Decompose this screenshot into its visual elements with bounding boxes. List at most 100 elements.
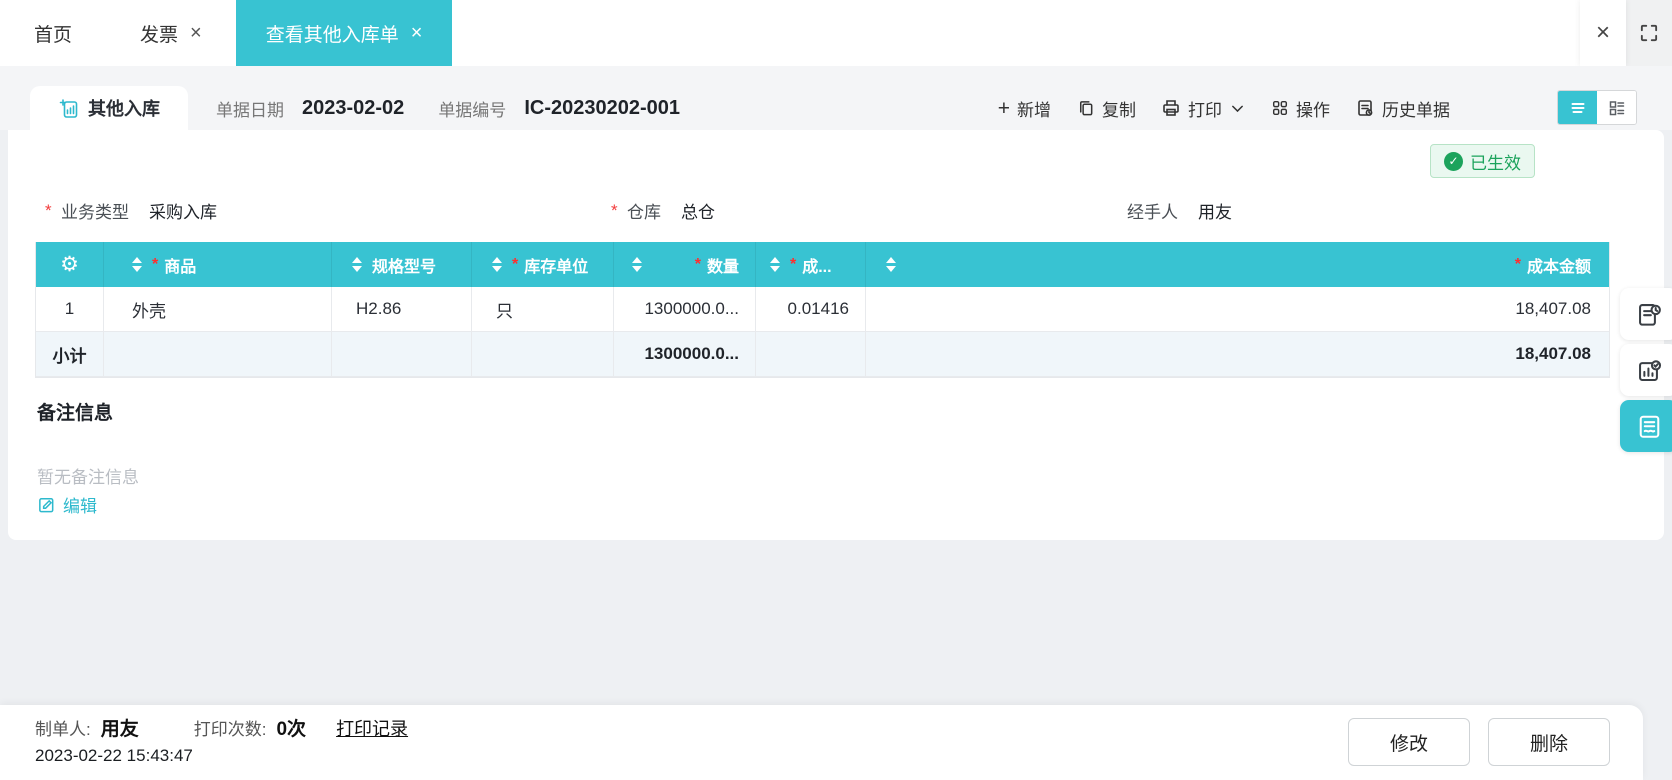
sort-icon <box>886 257 896 272</box>
status-badge-label: 已生效 <box>1470 153 1521 173</box>
grid-icon <box>1272 100 1288 116</box>
delete-button[interactable]: 删除 <box>1488 718 1610 766</box>
column-header-product-label: 商品 <box>164 258 197 276</box>
cell-quantity: 1300000.0... <box>614 287 756 331</box>
document-header: 其他入库 单据日期 2023-02-02 单据编号 IC-20230202-00… <box>0 66 1672 130</box>
column-header-cost-price-label: 成... <box>802 258 832 276</box>
tab-view-other-inbound[interactable]: 查看其他入库单 × <box>235 0 453 66</box>
column-header-quantity[interactable]: * 数量 <box>614 242 756 287</box>
side-tools <box>1620 288 1672 452</box>
column-settings-button[interactable]: ⚙ <box>36 242 104 287</box>
close-icon[interactable]: × <box>1580 0 1626 66</box>
field-warehouse-label: 仓库 <box>627 203 661 222</box>
edit-pencil-icon <box>39 498 54 513</box>
copy-button[interactable]: 复制 <box>1076 96 1136 121</box>
chevron-down-icon[interactable] <box>1229 100 1246 117</box>
doc-number-label: 单据编号 <box>438 100 507 120</box>
history-button[interactable]: 历史单据 <box>1355 96 1450 121</box>
app-tab-bar: 首页 发票 × 查看其他入库单 × × <box>0 0 1672 66</box>
print-button-label: 打印 <box>1188 100 1222 120</box>
list-view-icon[interactable] <box>1558 91 1597 124</box>
tab-invoice[interactable]: 发票 × <box>106 0 236 66</box>
doc-fields: 单据日期 2023-02-02 单据编号 IC-20230202-001 <box>216 86 680 130</box>
created-time: 2023-02-22 15:43:47 <box>35 746 193 765</box>
report-check-icon[interactable] <box>1620 344 1672 396</box>
required-mark: * <box>152 255 159 273</box>
history-doc-icon <box>1358 100 1373 116</box>
window-controls: × <box>1580 0 1672 66</box>
header-toolbar: + 新增 复制 打印 操作 历史单据 <box>998 86 1450 130</box>
field-business-type-value: 采购入库 <box>149 203 217 222</box>
table-row: 1 外壳 H2.86 只 1300000.0... 0.01416 18,407… <box>36 287 1609 332</box>
column-header-cost-amount[interactable]: * 成本金额 <box>866 242 1609 287</box>
required-mark: * <box>512 255 519 273</box>
field-warehouse: * 仓库 总仓 <box>575 198 1075 223</box>
doc-date-value: 2023-02-02 <box>302 96 405 119</box>
copy-icon <box>1079 100 1093 115</box>
column-header-spec[interactable]: 规格型号 <box>332 242 472 287</box>
card-view-icon[interactable] <box>1597 91 1636 124</box>
tab-invoice-close-icon[interactable]: × <box>190 23 202 43</box>
column-header-quantity-label: 数量 <box>706 258 739 276</box>
edit-remarks-button[interactable]: 编辑 <box>37 492 97 517</box>
remarks-title: 备注信息 <box>37 403 114 424</box>
remarks-empty-text: 暂无备注信息 <box>37 468 139 487</box>
field-handler-label: 经手人 <box>1127 203 1178 222</box>
doc-number-value: IC-20230202-001 <box>524 96 680 119</box>
doc-date-label: 单据日期 <box>216 100 284 120</box>
tab-invoice-label: 发票 <box>140 24 179 46</box>
print-count-value: 0次 <box>276 719 307 740</box>
add-button[interactable]: + 新增 <box>998 96 1051 121</box>
copy-button-label: 复制 <box>1102 100 1136 120</box>
field-business-type: * 业务类型 采购入库 <box>35 198 575 223</box>
required-mark: * <box>45 200 52 220</box>
sort-icon <box>632 257 642 272</box>
field-business-type-label: 业务类型 <box>61 203 129 222</box>
doc-notes-icon[interactable] <box>1620 400 1672 452</box>
fullscreen-icon[interactable] <box>1626 0 1672 66</box>
doc-type-tab-label: 其他入库 <box>88 99 160 119</box>
required-mark: * <box>694 255 701 273</box>
subtotal-amount: 18,407.08 <box>1515 344 1591 363</box>
column-header-unit[interactable]: * 库存单位 <box>472 242 614 287</box>
subtotal-quantity: 1300000.0... <box>614 332 756 376</box>
subtotal-row: 小计 1300000.0... 18,407.08 <box>36 332 1609 377</box>
column-header-cost-amount-label: 成本金额 <box>1526 258 1591 276</box>
required-mark: * <box>611 200 618 220</box>
document-body-card: ✓ 已生效 * 业务类型 采购入库 * 仓库 总仓 经手人 用友 ⚙ * 商品 … <box>8 130 1664 540</box>
items-table-header: ⚙ * 商品 规格型号 * 库存单位 * 数量 * 成... * 成本金额 <box>36 242 1609 287</box>
print-log-link[interactable]: 打印记录 <box>336 715 408 741</box>
cell-spec: H2.86 <box>332 287 472 331</box>
actions-button-label: 操作 <box>1296 100 1330 120</box>
sort-icon <box>132 257 142 272</box>
edit-remarks-label: 编辑 <box>63 497 97 516</box>
tab-view-other-inbound-close-icon[interactable]: × <box>411 23 423 43</box>
footer-info: 制单人: 用友 打印次数: 0次 打印记录 2023-02-22 15:43:4… <box>35 714 408 766</box>
column-header-cost-price[interactable]: * 成... <box>756 242 866 287</box>
cell-unit: 只 <box>472 287 614 331</box>
printer-icon <box>1163 100 1179 116</box>
tab-view-other-inbound-label: 查看其他入库单 <box>265 24 399 46</box>
cell-product: 外壳 <box>104 287 332 331</box>
actions-button[interactable]: 操作 <box>1271 96 1330 121</box>
history-button-label: 历史单据 <box>1382 100 1450 120</box>
tab-home-label: 首页 <box>34 24 73 46</box>
doc-form-row: * 业务类型 采购入库 * 仓库 总仓 经手人 用友 <box>35 198 1624 223</box>
print-button[interactable]: 打印 <box>1161 96 1246 121</box>
creator-label: 制单人: <box>35 720 91 739</box>
doc-type-tab[interactable]: 其他入库 <box>30 86 188 130</box>
field-warehouse-value: 总仓 <box>681 203 715 222</box>
tab-home[interactable]: 首页 <box>0 0 106 66</box>
required-mark: * <box>1514 255 1521 273</box>
cell-cost-price: 0.01416 <box>756 287 866 331</box>
footer-buttons: 修改 删除 <box>1348 718 1610 766</box>
column-header-spec-label: 规格型号 <box>372 258 437 276</box>
modify-button[interactable]: 修改 <box>1348 718 1470 766</box>
doc-history-icon[interactable] <box>1620 288 1672 340</box>
check-circle-icon: ✓ <box>1444 151 1463 171</box>
column-header-product[interactable]: * 商品 <box>104 242 332 287</box>
inbound-doc-icon <box>59 98 78 118</box>
gear-icon: ⚙ <box>60 253 79 276</box>
row-index: 1 <box>36 287 104 331</box>
add-button-label: 新增 <box>1017 100 1051 120</box>
